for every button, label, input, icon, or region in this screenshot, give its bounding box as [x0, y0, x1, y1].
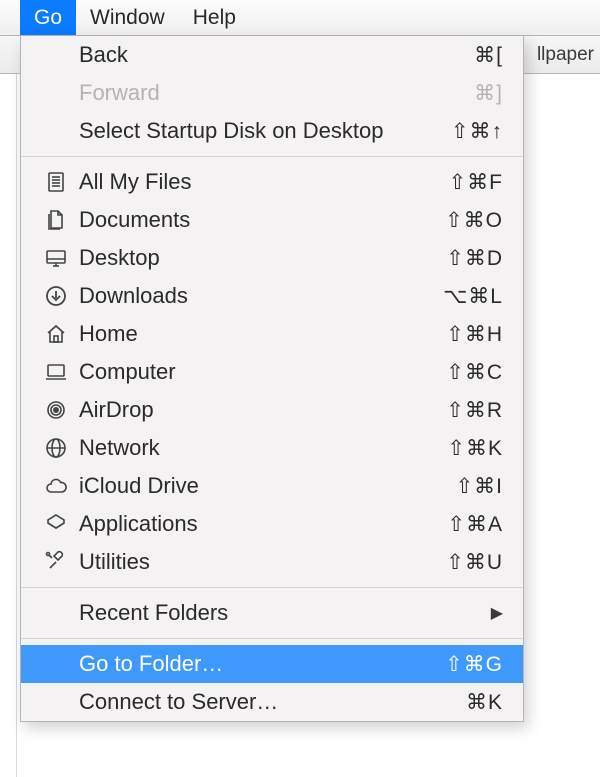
go-menu-dropdown: Back ⌘[ Forward ⌘] Select Startup Disk o…: [20, 36, 524, 722]
menu-home-shortcut: ⇧⌘H: [446, 322, 503, 347]
menu-back-label: Back: [79, 42, 128, 68]
menu-utilities-shortcut: ⇧⌘U: [446, 550, 503, 575]
menu-airdrop-shortcut: ⇧⌘R: [446, 398, 503, 423]
menu-applications[interactable]: Applications ⇧⌘A: [21, 505, 523, 543]
menu-back[interactable]: Back ⌘[: [21, 36, 523, 74]
menu-startup-disk[interactable]: Select Startup Disk on Desktop ⇧⌘↑: [21, 112, 523, 150]
utilities-icon: [41, 550, 71, 574]
menu-separator: [21, 156, 523, 157]
cloud-icon: [41, 474, 71, 498]
menubar-spacer: [0, 0, 20, 35]
menu-gotofolder-shortcut: ⇧⌘G: [445, 652, 503, 677]
menu-applications-label: Applications: [79, 511, 198, 537]
home-icon: [41, 322, 71, 346]
menu-go-to-folder[interactable]: Go to Folder… ⇧⌘G: [21, 645, 523, 683]
menu-gotofolder-label: Go to Folder…: [79, 651, 223, 677]
menu-network[interactable]: Network ⇧⌘K: [21, 429, 523, 467]
menu-recent-folders[interactable]: Recent Folders ▶: [21, 594, 523, 632]
menubar-go[interactable]: Go: [20, 0, 76, 35]
menu-icloud-drive[interactable]: iCloud Drive ⇧⌘I: [21, 467, 523, 505]
menu-downloads-label: Downloads: [79, 283, 188, 309]
sidebar-divider: [16, 74, 17, 777]
documents-icon: [41, 208, 71, 232]
menu-utilities[interactable]: Utilities ⇧⌘U: [21, 543, 523, 581]
menu-airdrop-label: AirDrop: [79, 397, 154, 423]
menu-icloud-shortcut: ⇧⌘I: [456, 474, 503, 499]
menu-forward-label: Forward: [79, 80, 160, 106]
menu-computer-label: Computer: [79, 359, 176, 385]
menu-connect-shortcut: ⌘K: [466, 690, 503, 715]
menu-applications-shortcut: ⇧⌘A: [447, 512, 503, 537]
menu-separator: [21, 638, 523, 639]
menu-network-shortcut: ⇧⌘K: [447, 436, 503, 461]
menu-home-label: Home: [79, 321, 138, 347]
downloads-icon: [41, 284, 71, 308]
computer-icon: [41, 360, 71, 384]
menubar-help[interactable]: Help: [179, 0, 250, 35]
menu-all-my-files-shortcut: ⇧⌘F: [449, 170, 503, 195]
menu-connect-to-server[interactable]: Connect to Server… ⌘K: [21, 683, 523, 721]
menu-desktop-shortcut: ⇧⌘D: [446, 246, 503, 271]
menu-startup-label: Select Startup Disk on Desktop: [79, 118, 383, 144]
menu-recent-label: Recent Folders: [79, 600, 228, 626]
menubar-window[interactable]: Window: [76, 0, 179, 35]
menu-separator: [21, 587, 523, 588]
menu-back-shortcut: ⌘[: [474, 43, 503, 68]
menu-downloads-shortcut: ⌥⌘L: [443, 284, 503, 309]
menu-all-my-files[interactable]: All My Files ⇧⌘F: [21, 163, 523, 201]
menu-forward: Forward ⌘]: [21, 74, 523, 112]
all-my-files-icon: [41, 170, 71, 194]
menu-utilities-label: Utilities: [79, 549, 150, 575]
menubar: Go Window Help: [0, 0, 600, 36]
menu-desktop-label: Desktop: [79, 245, 160, 271]
menu-computer[interactable]: Computer ⇧⌘C: [21, 353, 523, 391]
menu-airdrop[interactable]: AirDrop ⇧⌘R: [21, 391, 523, 429]
toolbar-fragment-text: llpaper: [537, 44, 594, 66]
menu-icloud-label: iCloud Drive: [79, 473, 199, 499]
menu-documents[interactable]: Documents ⇧⌘O: [21, 201, 523, 239]
menu-forward-shortcut: ⌘]: [474, 81, 503, 106]
menu-home[interactable]: Home ⇧⌘H: [21, 315, 523, 353]
menu-downloads[interactable]: Downloads ⌥⌘L: [21, 277, 523, 315]
applications-icon: [41, 512, 71, 536]
airdrop-icon: [41, 398, 71, 422]
menu-network-label: Network: [79, 435, 160, 461]
desktop-icon: [41, 246, 71, 270]
menu-computer-shortcut: ⇧⌘C: [446, 360, 503, 385]
submenu-arrow-icon: ▶: [491, 603, 503, 623]
menu-desktop[interactable]: Desktop ⇧⌘D: [21, 239, 523, 277]
network-icon: [41, 436, 71, 460]
menu-all-my-files-label: All My Files: [79, 169, 191, 195]
menu-connect-label: Connect to Server…: [79, 689, 278, 715]
menu-documents-shortcut: ⇧⌘O: [445, 208, 503, 233]
menu-documents-label: Documents: [79, 207, 190, 233]
menu-startup-shortcut: ⇧⌘↑: [451, 119, 503, 144]
